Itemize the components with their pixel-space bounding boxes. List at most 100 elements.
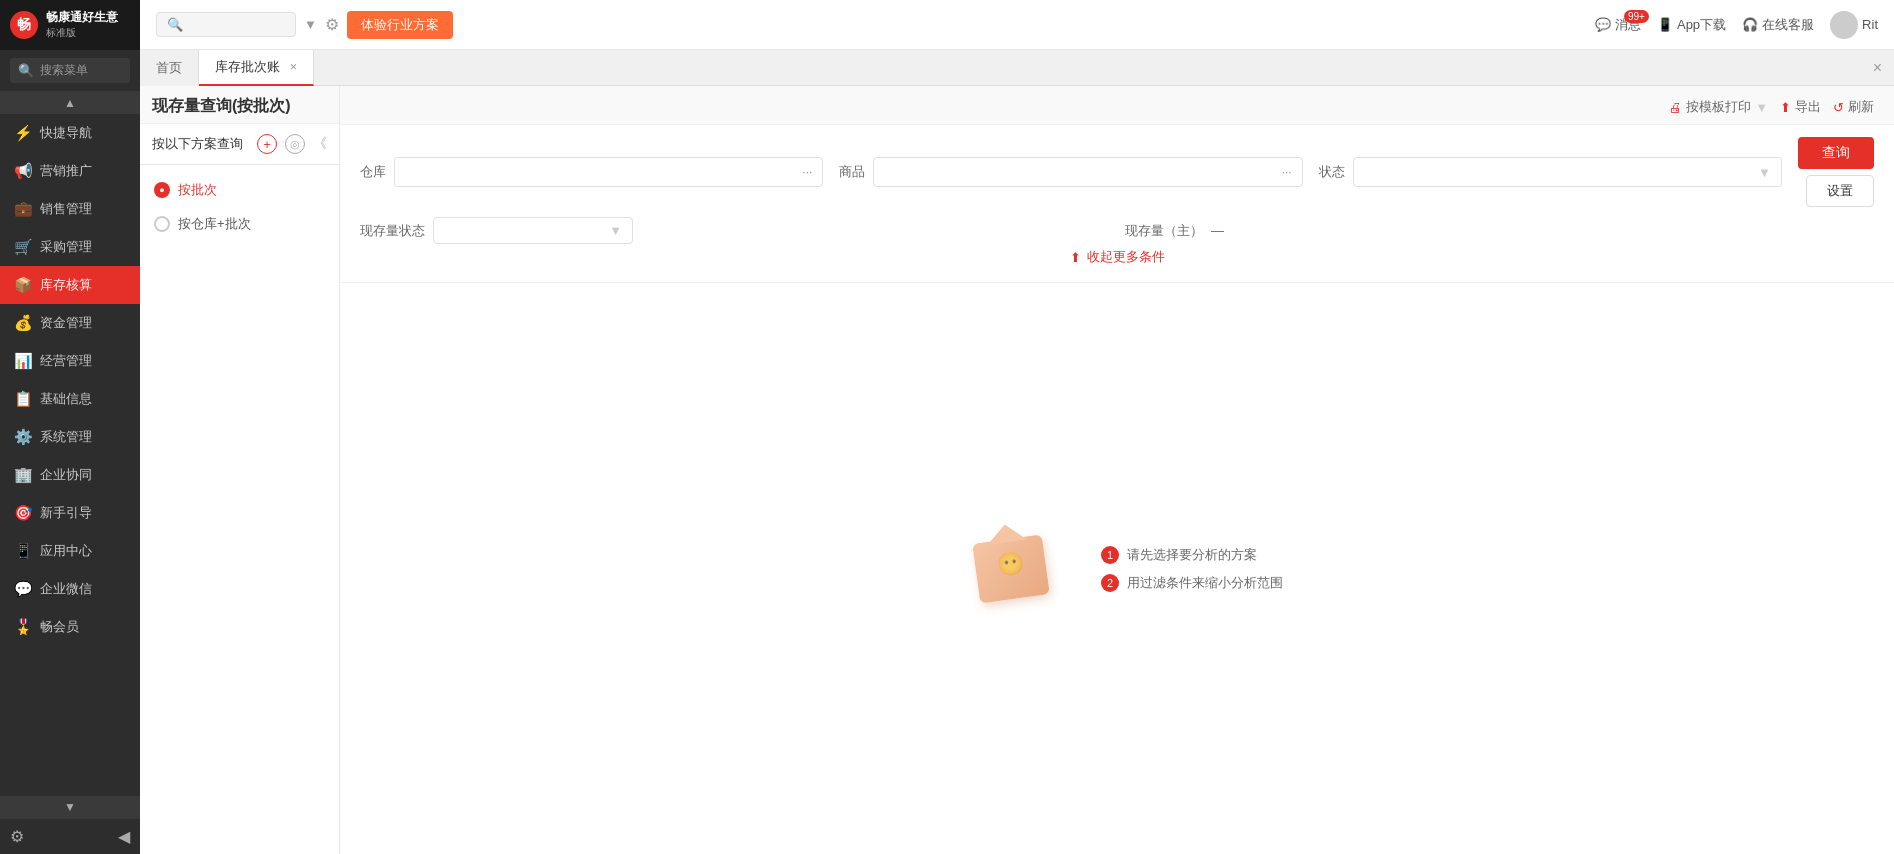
settings-button[interactable]: 设置 [1806, 175, 1874, 207]
warehouse-select[interactable]: ··· [394, 157, 823, 187]
query-button[interactable]: 查询 [1798, 137, 1874, 169]
search-menu-label: 搜索菜单 [40, 62, 88, 79]
print-btn[interactable]: 🖨 按模板打印 ▼ [1669, 98, 1768, 116]
customer-service-btn[interactable]: 🎧 在线客服 [1742, 16, 1814, 34]
sidebar-item-wechat[interactable]: 💬 企业微信 [0, 570, 140, 608]
inventory-status-select[interactable]: ▼ [433, 217, 633, 244]
inventory-icon: 📦 [14, 276, 32, 294]
basics-icon: 📋 [14, 390, 32, 408]
sidebar-item-quick-nav[interactable]: ⚡ 快捷导航 [0, 114, 140, 152]
inventory-status-dropdown-icon[interactable]: ▼ [609, 223, 622, 238]
topbar-search-box[interactable]: 🔍 [156, 12, 296, 37]
sidebar-item-newbie[interactable]: 🎯 新手引导 [0, 494, 140, 532]
tab-inventory[interactable]: 库存批次账 × [199, 50, 314, 86]
sidebar-item-operation[interactable]: 📊 经营管理 [0, 342, 140, 380]
main-area: 🔍 ▼ ⚙ 体验行业方案 💬 消息 99+ 📱 App下载 🎧 在线客服 Ri [140, 0, 1894, 854]
export-label: 导出 [1795, 98, 1821, 116]
app-center-label: 应用中心 [40, 542, 92, 560]
topbar-dropdown-icon[interactable]: ▼ [304, 17, 317, 32]
tab-home[interactable]: 首页 [140, 50, 199, 86]
scheme-collapse-btn[interactable]: 《 [313, 135, 327, 153]
purchase-label: 采购管理 [40, 238, 92, 256]
empty-illustration: 😶 [951, 519, 1071, 619]
tab-home-label: 首页 [156, 59, 182, 77]
app-download-btn[interactable]: 📱 App下载 [1657, 16, 1726, 34]
sidebar-item-marketing[interactable]: 📢 营销推广 [0, 152, 140, 190]
refresh-btn[interactable]: ↺ 刷新 [1833, 98, 1874, 116]
scheme-panel: 现存量查询(按批次) 按以下方案查询 + ◎ 《 ● 按批次 按仓库+批次 [140, 86, 340, 854]
inventory-qty-label: 现存量（主） [1125, 222, 1203, 240]
scheme-item-warehouse-batch[interactable]: 按仓库+批次 [140, 207, 339, 241]
collapse-up-icon: ⬆ [1070, 250, 1081, 265]
operation-icon: 📊 [14, 352, 32, 370]
inventory-qty-dash: — [1211, 223, 1224, 238]
search-menu-button[interactable]: 🔍 搜索菜单 [10, 58, 130, 83]
sidebar-nav: ⚡ 快捷导航 📢 营销推广 💼 销售管理 🛒 采购管理 📦 库存核算 💰 资金管… [0, 114, 140, 796]
sidebar-item-basics[interactable]: 📋 基础信息 [0, 380, 140, 418]
experience-btn[interactable]: 体验行业方案 [347, 11, 453, 39]
settings-footer-icon[interactable]: ⚙ [10, 827, 24, 846]
scheme-item-batch[interactable]: ● 按批次 [140, 173, 339, 207]
scheme-add-btn[interactable]: + [257, 134, 277, 154]
enterprise-label: 企业协同 [40, 466, 92, 484]
tab-panel-close[interactable]: × [1861, 59, 1894, 77]
scheme-panel-actions: + ◎ 《 [257, 134, 327, 154]
hint-text-1: 请先选择要分析的方案 [1127, 546, 1257, 564]
export-btn[interactable]: ⬆ 导出 [1780, 98, 1821, 116]
topbar-settings-icon[interactable]: ⚙ [325, 15, 339, 34]
sidebar-scroll-down[interactable]: ▼ [0, 796, 140, 818]
empty-state: 😶 1 请先选择要分析的方案 2 用过滤条件来缩小分析范围 [340, 283, 1894, 854]
sidebar-company: 畅康通好生意 [46, 10, 118, 26]
sidebar-item-enterprise[interactable]: 🏢 企业协同 [0, 456, 140, 494]
scheme-dot-batch: ● [154, 182, 170, 198]
warehouse-dots[interactable]: ··· [802, 165, 812, 179]
sidebar-item-finance[interactable]: 💰 资金管理 [0, 304, 140, 342]
tab-inventory-close[interactable]: × [290, 60, 297, 74]
collapse-more-btn[interactable]: ⬆ 收起更多条件 [360, 244, 1874, 270]
sidebar-logo: 畅 [10, 11, 38, 39]
marketing-icon: 📢 [14, 162, 32, 180]
goods-label: 商品 [839, 163, 865, 181]
status-label: 状态 [1319, 163, 1345, 181]
hint-num-2: 2 [1101, 574, 1119, 592]
inventory-label: 库存核算 [40, 276, 92, 294]
user-avatar-btn[interactable]: Rit [1830, 11, 1878, 39]
sidebar-header: 畅 畅康通好生意 标准版 [0, 0, 140, 50]
filter-row-1: 仓库 ··· 商品 ··· 状态 [360, 137, 1874, 207]
scheme-panel-title: 按以下方案查询 [152, 135, 243, 153]
status-dropdown-icon[interactable]: ▼ [1758, 165, 1771, 180]
collapse-sidebar-icon[interactable]: ◀ [118, 827, 130, 846]
filter-inventory-status: 现存量状态 ▼ [360, 217, 1109, 244]
right-area: 🖨 按模板打印 ▼ ⬆ 导出 ↺ 刷新 [340, 86, 1894, 854]
customer-service-icon: 🎧 [1742, 17, 1758, 32]
wechat-label: 企业微信 [40, 580, 92, 598]
sidebar-item-sales[interactable]: 💼 销售管理 [0, 190, 140, 228]
scheme-label-warehouse-batch: 按仓库+批次 [178, 215, 251, 233]
scheme-list: ● 按批次 按仓库+批次 [140, 165, 339, 854]
member-icon: 🎖️ [14, 618, 32, 636]
messages-btn[interactable]: 💬 消息 99+ [1595, 16, 1641, 34]
sidebar-item-inventory[interactable]: 📦 库存核算 [0, 266, 140, 304]
goods-dots[interactable]: ··· [1282, 165, 1292, 179]
topbar-right: 💬 消息 99+ 📱 App下载 🎧 在线客服 Rit [1595, 11, 1878, 39]
sidebar-scroll-up[interactable]: ▲ [0, 92, 140, 114]
export-icon: ⬆ [1780, 100, 1791, 115]
sidebar-search[interactable]: 🔍 搜索菜单 [0, 50, 140, 92]
empty-box-lid [985, 521, 1027, 544]
member-label: 畅会员 [40, 618, 79, 636]
quick-nav-label: 快捷导航 [40, 124, 92, 142]
sales-label: 销售管理 [40, 200, 92, 218]
marketing-label: 营销推广 [40, 162, 92, 180]
messages-icon: 💬 [1595, 17, 1611, 32]
sidebar-item-member[interactable]: 🎖️ 畅会员 [0, 608, 140, 646]
messages-badge: 99+ [1624, 10, 1649, 23]
print-dropdown-icon[interactable]: ▼ [1755, 100, 1768, 115]
sidebar-item-purchase[interactable]: 🛒 采购管理 [0, 228, 140, 266]
scheme-setting-btn[interactable]: ◎ [285, 134, 305, 154]
filter-warehouse: 仓库 ··· [360, 157, 823, 187]
sidebar-item-app-center[interactable]: 📱 应用中心 [0, 532, 140, 570]
sidebar-item-system[interactable]: ⚙️ 系统管理 [0, 418, 140, 456]
goods-select[interactable]: ··· [873, 157, 1302, 187]
status-select[interactable]: ▼ [1353, 157, 1782, 187]
page-header: 🖨 按模板打印 ▼ ⬆ 导出 ↺ 刷新 [340, 86, 1894, 125]
